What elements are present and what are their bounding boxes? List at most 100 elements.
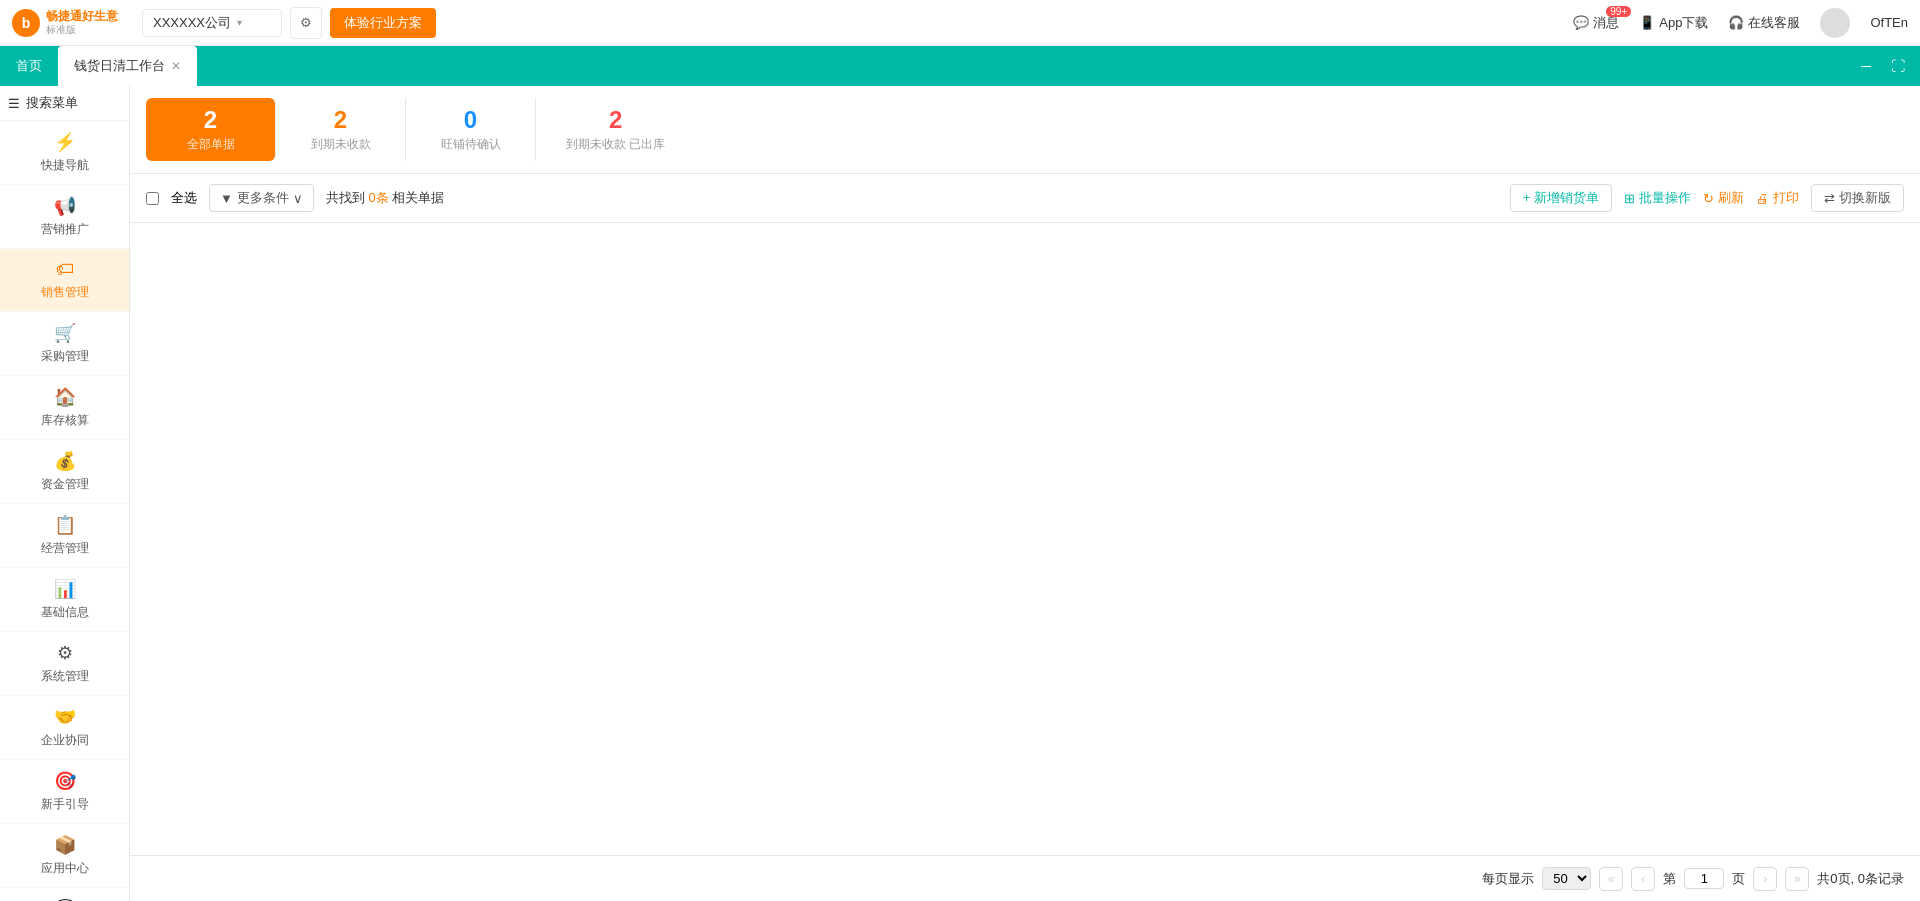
stat-shipped-label: 到期未收款 已出库 — [566, 136, 665, 153]
quick-nav-label: 快捷导航 — [41, 157, 89, 174]
app-center-label: 应用中心 — [41, 860, 89, 877]
app-download-label: App下载 — [1659, 14, 1708, 32]
logo-icon: b — [12, 9, 40, 37]
guide-label: 新手引导 — [41, 796, 89, 813]
online-service-button[interactable]: 🎧 在线客服 — [1728, 14, 1800, 32]
stat-all-number: 2 — [204, 106, 217, 134]
switch-version-button[interactable]: ⇄ 切换新版 — [1811, 184, 1904, 212]
tab-bar-actions: ─ ⛶ — [1854, 54, 1920, 78]
found-suffix: 相关单据 — [392, 190, 444, 205]
content-area: 2 全部单据 2 到期未收款 0 旺铺待确认 2 到期未收款 已出库 全选 — [130, 86, 1920, 901]
search-menu-button[interactable]: ☰ 搜索菜单 — [0, 86, 129, 121]
online-service-label: 在线客服 — [1748, 14, 1800, 32]
refresh-label: 刷新 — [1718, 189, 1744, 207]
operations-label: 经营管理 — [41, 540, 89, 557]
avatar[interactable] — [1820, 8, 1850, 38]
page-suffix: 页 — [1732, 870, 1745, 888]
service-icon: 🎧 — [1728, 15, 1744, 30]
basic-info-icon: 📊 — [54, 578, 76, 600]
prev-page-button[interactable]: ‹ — [1631, 867, 1655, 891]
stat-overdue-number: 2 — [334, 106, 347, 134]
next-page-button[interactable]: › — [1753, 867, 1777, 891]
purchase-label: 采购管理 — [41, 348, 89, 365]
sidebar-item-purchase[interactable]: 🛒 采购管理 — [0, 312, 129, 376]
gear-icon: ⚙ — [300, 15, 312, 30]
marketing-label: 营销推广 — [41, 221, 89, 238]
new-order-button[interactable]: + 新增销货单 — [1510, 184, 1612, 212]
table-area — [130, 223, 1920, 855]
page-label: 第 — [1663, 870, 1676, 888]
pagination-bar: 每页显示 50 « ‹ 第 页 › » 共0页, 0条记录 — [130, 855, 1920, 901]
sidebar-item-operations[interactable]: 📋 经营管理 — [0, 504, 129, 568]
sidebar-item-marketing[interactable]: 📢 营销推广 — [0, 185, 129, 249]
cooperation-label: 企业协同 — [41, 732, 89, 749]
stat-card-pending[interactable]: 0 旺铺待确认 — [406, 98, 536, 161]
sidebar-item-app-center[interactable]: 📦 应用中心 — [0, 824, 129, 888]
finance-icon: 💰 — [54, 450, 76, 472]
batch-op-button[interactable]: ⊞ 批量操作 — [1624, 189, 1691, 207]
stat-card-all[interactable]: 2 全部单据 — [146, 98, 276, 161]
app-download-button[interactable]: 📱 App下载 — [1639, 14, 1708, 32]
settings-button[interactable]: ⚙ — [290, 7, 322, 39]
stat-overdue-label: 到期未收款 — [311, 136, 371, 153]
operations-icon: 📋 — [54, 514, 76, 536]
filter-button[interactable]: ▼ 更多条件 ∨ — [209, 184, 314, 212]
sidebar-item-inventory[interactable]: 🏠 库存核算 — [0, 376, 129, 440]
print-label: 打印 — [1773, 189, 1799, 207]
stats-cards: 2 全部单据 2 到期未收款 0 旺铺待确认 2 到期未收款 已出库 — [130, 86, 1920, 174]
tab-bar: 首页 钱货日清工作台 ✕ ─ ⛶ — [0, 46, 1920, 86]
search-menu-label: 搜索菜单 — [26, 94, 78, 112]
tab-work-station[interactable]: 钱货日清工作台 ✕ — [58, 46, 197, 86]
work-station-tab-label: 钱货日清工作台 — [74, 57, 165, 75]
finance-label: 资金管理 — [41, 476, 89, 493]
refresh-icon: ↻ — [1703, 191, 1714, 206]
purchase-icon: 🛒 — [54, 322, 76, 344]
stat-pending-number: 0 — [464, 106, 477, 134]
last-page-button[interactable]: » — [1785, 867, 1809, 891]
home-tab-label: 首页 — [16, 57, 42, 75]
cooperation-icon: 🤝 — [54, 706, 76, 728]
batch-op-label: 批量操作 — [1639, 189, 1691, 207]
toolbar-right: + 新增销货单 ⊞ 批量操作 ↻ 刷新 🖨 打印 ⇄ 切换新版 — [1510, 184, 1904, 212]
stat-pending-label: 旺铺待确认 — [441, 136, 501, 153]
tab-home[interactable]: 首页 — [0, 46, 58, 86]
per-page-select[interactable]: 50 — [1542, 867, 1591, 890]
stat-card-overdue[interactable]: 2 到期未收款 — [276, 98, 406, 161]
refresh-button[interactable]: ↻ 刷新 — [1703, 189, 1744, 207]
sidebar-item-cooperation[interactable]: 🤝 企业协同 — [0, 696, 129, 760]
stat-all-label: 全部单据 — [187, 136, 235, 153]
total-info: 共0页, 0条记录 — [1817, 870, 1904, 888]
company-name: XXXXXX公司 — [153, 14, 231, 32]
select-all-checkbox[interactable] — [146, 192, 159, 205]
chevron-down-icon: ▾ — [237, 17, 242, 28]
found-prefix: 共找到 — [326, 190, 365, 205]
stat-shipped-number: 2 — [609, 106, 622, 134]
sales-icon: 🏷 — [56, 259, 74, 280]
sidebar-item-quick-nav[interactable]: ⚡ 快捷导航 — [0, 121, 129, 185]
basic-info-label: 基础信息 — [41, 604, 89, 621]
page-input[interactable] — [1684, 868, 1724, 889]
system-label: 系统管理 — [41, 668, 89, 685]
logo-main-text: 畅捷通好生意 — [46, 9, 118, 23]
phone-icon: 📱 — [1639, 15, 1655, 30]
message-icon: 💬 — [1573, 15, 1589, 30]
tab-maximize-button[interactable]: ⛶ — [1886, 54, 1910, 78]
experience-button[interactable]: 体验行业方案 — [330, 8, 436, 38]
sidebar-item-basic-info[interactable]: 📊 基础信息 — [0, 568, 129, 632]
found-text: 共找到 0条 相关单据 — [326, 189, 444, 207]
print-button[interactable]: 🖨 打印 — [1756, 189, 1799, 207]
stat-card-shipped[interactable]: 2 到期未收款 已出库 — [536, 98, 695, 161]
sidebar-item-finance[interactable]: 💰 资金管理 — [0, 440, 129, 504]
sidebar-item-system[interactable]: ⚙ 系统管理 — [0, 632, 129, 696]
main-layout: ☰ 搜索菜单 ⚡ 快捷导航 📢 营销推广 🏷 销售管理 🛒 采购管理 🏠 库存核… — [0, 86, 1920, 901]
message-badge: 99+ — [1606, 6, 1631, 17]
tab-minimize-button[interactable]: ─ — [1854, 54, 1878, 78]
tab-close-icon[interactable]: ✕ — [171, 59, 181, 73]
first-page-button[interactable]: « — [1599, 867, 1623, 891]
sidebar-item-guide[interactable]: 🎯 新手引导 — [0, 760, 129, 824]
company-selector[interactable]: XXXXXX公司 ▾ — [142, 9, 282, 37]
sidebar-item-sales[interactable]: 🏷 销售管理 — [0, 249, 129, 312]
switch-icon: ⇄ — [1824, 191, 1835, 206]
message-button[interactable]: 💬 消息 99+ — [1573, 14, 1619, 32]
sidebar-item-wechat[interactable]: 💬 企业微信 — [0, 888, 129, 901]
